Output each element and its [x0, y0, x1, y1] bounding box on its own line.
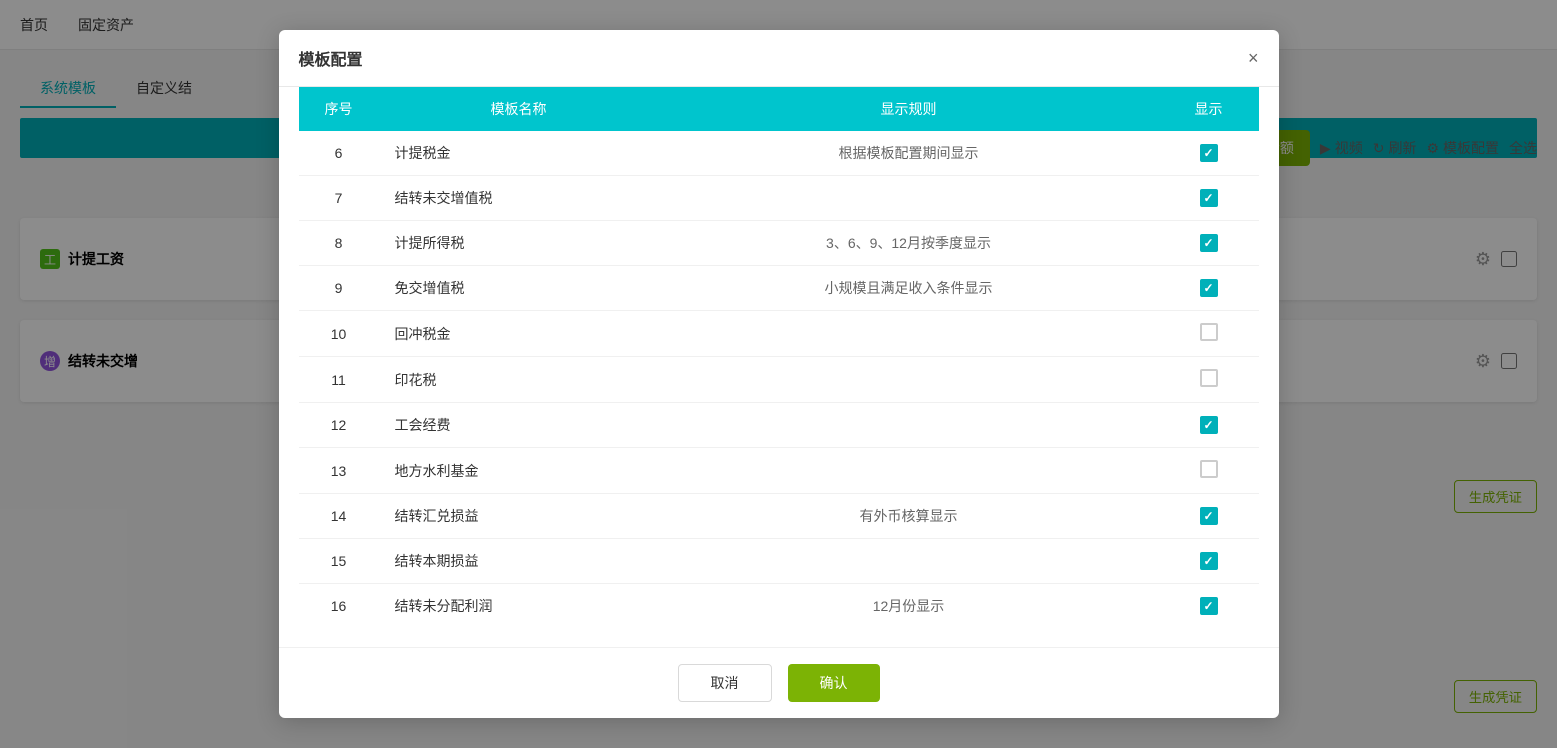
- cell-seq: 15: [299, 539, 379, 584]
- cell-seq: 14: [299, 494, 379, 539]
- cell-rule: [659, 357, 1159, 403]
- table-row: 8计提所得税3、6、9、12月按季度显示: [299, 221, 1259, 266]
- cell-check: [1159, 539, 1259, 584]
- table-row: 6计提税金根据模板配置期间显示: [299, 131, 1259, 176]
- cell-name: 印花税: [379, 357, 659, 403]
- cell-name: 回冲税金: [379, 311, 659, 357]
- table-row: 15结转本期损益: [299, 539, 1259, 584]
- table-row: 16结转未分配利润12月份显示: [299, 584, 1259, 628]
- table-scroll-container[interactable]: 序号 模板名称 显示规则 显示 6计提税金根据模板配置期间显示7结转未交增值税8…: [299, 87, 1259, 627]
- modal-header: 模板配置 ×: [279, 30, 1279, 87]
- cancel-button[interactable]: 取消: [678, 664, 772, 702]
- cell-check: [1159, 131, 1259, 176]
- cell-name: 结转未交增值税: [379, 176, 659, 221]
- checkbox-display[interactable]: [1200, 189, 1218, 207]
- cell-check: [1159, 176, 1259, 221]
- cell-seq: 16: [299, 584, 379, 628]
- cell-name: 免交增值税: [379, 266, 659, 311]
- cell-name: 结转汇兑损益: [379, 494, 659, 539]
- modal-body: 序号 模板名称 显示规则 显示 6计提税金根据模板配置期间显示7结转未交增值税8…: [279, 87, 1279, 647]
- cell-name: 计提所得税: [379, 221, 659, 266]
- cell-rule: 3、6、9、12月按季度显示: [659, 221, 1159, 266]
- modal-close-button[interactable]: ×: [1248, 48, 1259, 69]
- cell-rule: 根据模板配置期间显示: [659, 131, 1159, 176]
- checkbox-display[interactable]: [1200, 552, 1218, 570]
- checkbox-display[interactable]: [1200, 597, 1218, 615]
- table-row: 11印花税: [299, 357, 1259, 403]
- col-rule: 显示规则: [659, 87, 1159, 131]
- cell-seq: 10: [299, 311, 379, 357]
- checkbox-display[interactable]: [1200, 460, 1218, 478]
- cell-seq: 7: [299, 176, 379, 221]
- table-header: 序号 模板名称 显示规则 显示: [299, 87, 1259, 131]
- cell-check: [1159, 357, 1259, 403]
- modal-footer: 取消 确认: [279, 647, 1279, 718]
- table-row: 10回冲税金: [299, 311, 1259, 357]
- checkbox-display[interactable]: [1200, 369, 1218, 387]
- table-row: 14结转汇兑损益有外币核算显示: [299, 494, 1259, 539]
- modal-title: 模板配置: [299, 46, 363, 70]
- cell-rule: [659, 539, 1159, 584]
- cell-name: 结转未分配利润: [379, 584, 659, 628]
- cell-check: [1159, 266, 1259, 311]
- col-display: 显示: [1159, 87, 1259, 131]
- cell-name: 计提税金: [379, 131, 659, 176]
- cell-rule: [659, 311, 1159, 357]
- table-row: 7结转未交增值税: [299, 176, 1259, 221]
- cell-check: [1159, 311, 1259, 357]
- cell-rule: 小规模且满足收入条件显示: [659, 266, 1159, 311]
- cell-seq: 8: [299, 221, 379, 266]
- cell-rule: [659, 403, 1159, 448]
- col-seq: 序号: [299, 87, 379, 131]
- table-row: 9免交增值税小规模且满足收入条件显示: [299, 266, 1259, 311]
- cell-check: [1159, 403, 1259, 448]
- checkbox-display[interactable]: [1200, 144, 1218, 162]
- cell-rule: [659, 176, 1159, 221]
- config-table: 序号 模板名称 显示规则 显示 6计提税金根据模板配置期间显示7结转未交增值税8…: [299, 87, 1259, 627]
- cell-check: [1159, 448, 1259, 494]
- cell-seq: 12: [299, 403, 379, 448]
- modal-overlay: 模板配置 × 序号 模板名称 显示规则 显示 6: [0, 0, 1557, 748]
- confirm-button[interactable]: 确认: [788, 664, 880, 702]
- cell-check: [1159, 494, 1259, 539]
- checkbox-display[interactable]: [1200, 234, 1218, 252]
- checkbox-display[interactable]: [1200, 323, 1218, 341]
- table-body: 6计提税金根据模板配置期间显示7结转未交增值税8计提所得税3、6、9、12月按季…: [299, 131, 1259, 627]
- cell-name: 结转本期损益: [379, 539, 659, 584]
- col-name: 模板名称: [379, 87, 659, 131]
- checkbox-display[interactable]: [1200, 279, 1218, 297]
- cell-check: [1159, 221, 1259, 266]
- checkbox-display[interactable]: [1200, 416, 1218, 434]
- cell-check: [1159, 584, 1259, 628]
- cell-rule: 12月份显示: [659, 584, 1159, 628]
- cell-name: 工会经费: [379, 403, 659, 448]
- cell-rule: 有外币核算显示: [659, 494, 1159, 539]
- cell-seq: 13: [299, 448, 379, 494]
- cell-rule: [659, 448, 1159, 494]
- table-row: 13地方水利基金: [299, 448, 1259, 494]
- modal-template-config: 模板配置 × 序号 模板名称 显示规则 显示 6: [279, 30, 1279, 718]
- cell-seq: 9: [299, 266, 379, 311]
- table-row: 12工会经费: [299, 403, 1259, 448]
- cell-seq: 11: [299, 357, 379, 403]
- cell-name: 地方水利基金: [379, 448, 659, 494]
- checkbox-display[interactable]: [1200, 507, 1218, 525]
- cell-seq: 6: [299, 131, 379, 176]
